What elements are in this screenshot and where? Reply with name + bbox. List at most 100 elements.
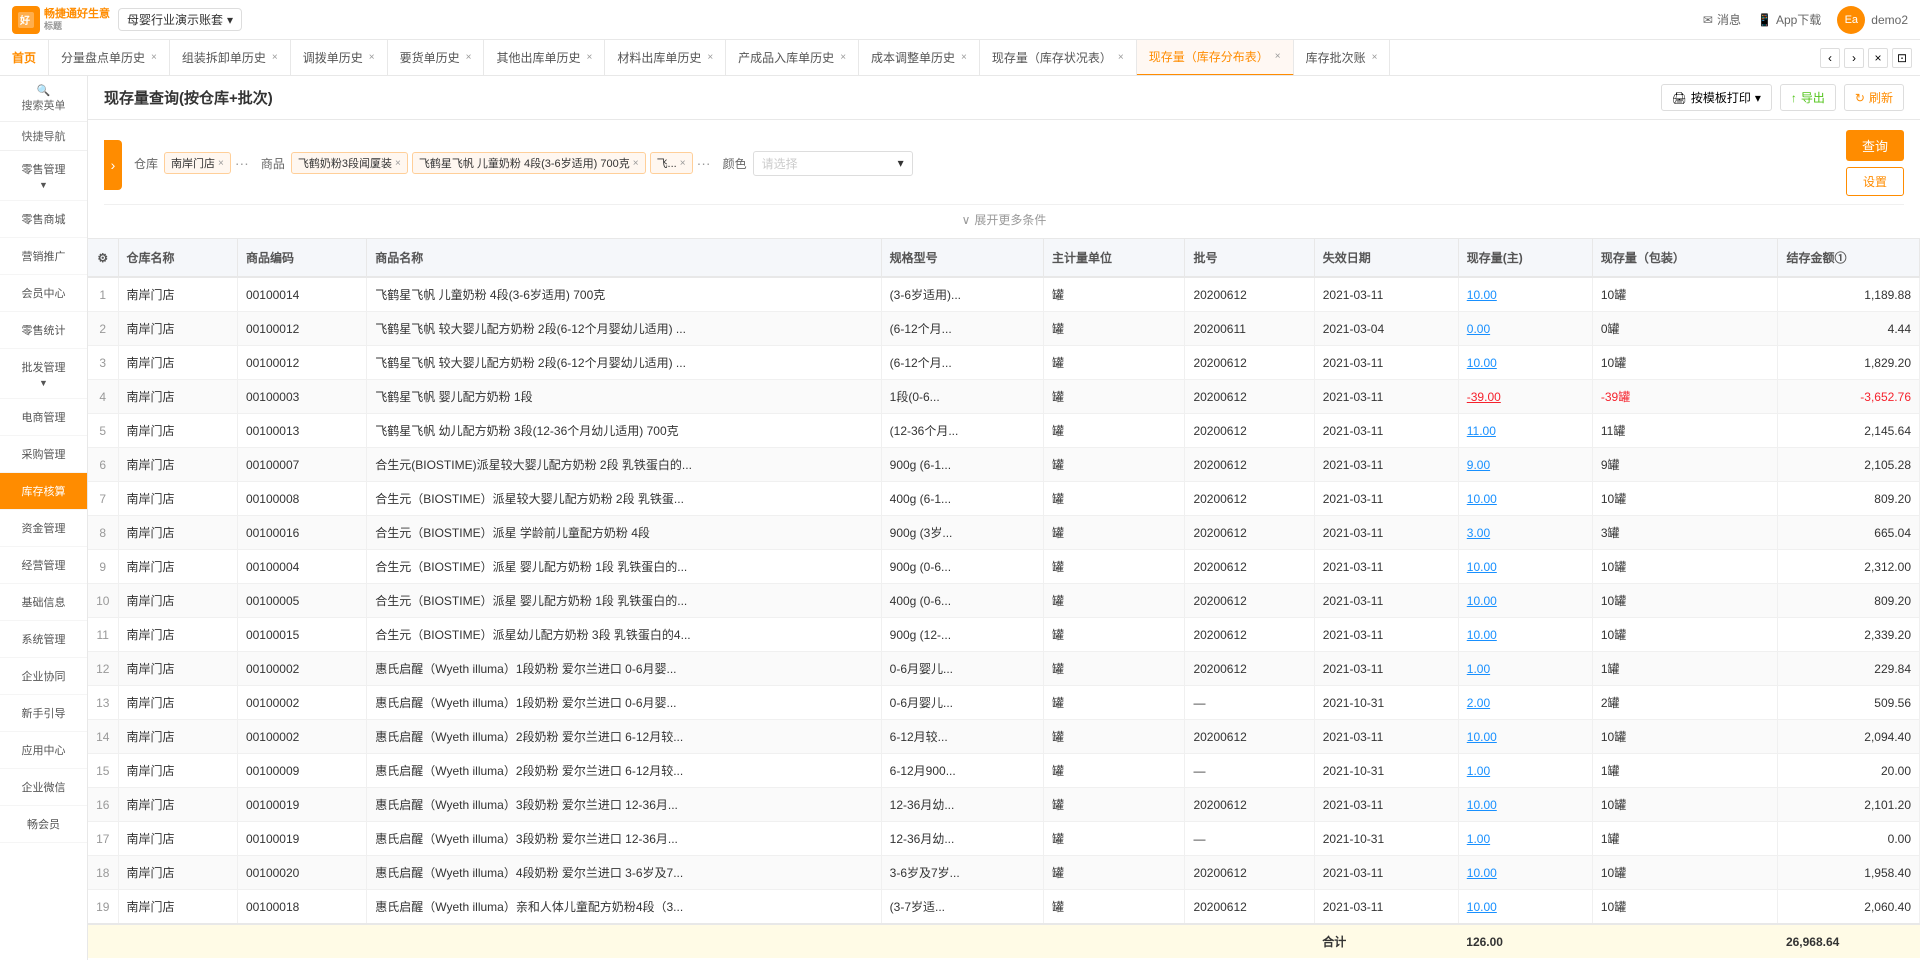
row-qty-main[interactable]: 10.00 [1458,856,1592,890]
sidebar-search[interactable]: 🔍 搜索英单 [0,76,87,122]
row-qty-main[interactable]: 3.00 [1458,516,1592,550]
refresh-button[interactable]: ↻ 刷新 [1844,84,1904,111]
sidebar-item-marketing[interactable]: 营销推广 [0,238,87,275]
row-name: 合生元（BIOSTIME）派星 婴儿配方奶粉 1段 乳铁蛋白的... [367,550,881,584]
sidebar-item-new-guide[interactable]: 新手引导 [0,695,87,732]
sidebar-item-ecommerce[interactable]: 电商管理 [0,399,87,436]
row-qty-main[interactable]: 9.00 [1458,448,1592,482]
table-header-row: ⚙ 仓库名称 商品编码 商品名称 规格型号 主计量单位 批号 失效日期 现存量(… [88,239,1920,277]
sidebar-item-operations[interactable]: 经营管理 [0,547,87,584]
row-qty-main[interactable]: 10.00 [1458,720,1592,754]
product-tag-1-remove[interactable]: × [633,158,639,169]
tab-stock-dist[interactable]: 现存量（库存分布表） × [1137,40,1294,76]
row-expiry: 2021-03-11 [1314,482,1458,516]
product-tag-1[interactable]: 飞鹤星飞帆 儿童奶粉 4段(3-6岁适用) 700克 × [412,152,646,174]
tab-requisition[interactable]: 要货单历史 × [388,40,485,76]
close-tab-cost-adjust[interactable]: × [961,52,967,63]
close-tab-material-out[interactable]: × [707,52,713,63]
row-qty-main[interactable]: 0.00 [1458,312,1592,346]
settings-button[interactable]: 设置 [1846,167,1904,196]
row-qty-main[interactable]: 1.00 [1458,652,1592,686]
row-qty-main[interactable]: 1.00 [1458,754,1592,788]
tab-stock-status[interactable]: 现存量（库存状况表） × [980,40,1137,76]
sidebar-item-retail-stats[interactable]: 零售统计 [0,312,87,349]
sidebar-item-basic-info[interactable]: 基础信息 [0,584,87,621]
close-tab-disassemble[interactable]: × [272,52,278,63]
sidebar-item-retail-mgmt[interactable]: 零售管理 ▼ [0,151,87,201]
close-tab-split-inventory[interactable]: × [151,52,157,63]
tab-batch-order[interactable]: 库存批次账 × [1294,40,1391,76]
row-qty-main[interactable]: 10.00 [1458,277,1592,312]
row-qty-main[interactable]: -39.00 [1458,380,1592,414]
row-unit: 罐 [1043,652,1184,686]
close-tab-product-in[interactable]: × [840,52,846,63]
row-qty-main[interactable]: 10.00 [1458,550,1592,584]
page-header: 现存量查询(按仓库+批次) 🖨 按模板打印 ▾ ↑ 导出 ↻ 刷新 [88,76,1920,120]
sidebar-item-wholesale[interactable]: 批发管理 ▼ [0,349,87,399]
sidebar-item-member-center[interactable]: 会员中心 [0,275,87,312]
warehouse-more[interactable]: ··· [235,155,249,171]
basic-info-label: 基础信息 [22,594,66,610]
product-tag-more[interactable]: 飞... × [650,152,693,174]
tab-product-in[interactable]: 产成品入库单历史 × [726,40,859,76]
tab-close-all[interactable]: × [1868,48,1888,68]
filter-expand-btn[interactable]: › [104,140,122,190]
tab-material-out[interactable]: 材料出库单历史 × [605,40,726,76]
close-tab-requisition[interactable]: × [466,52,472,63]
tab-split-inventory[interactable]: 分量盘点单历史 × [49,40,170,76]
sidebar-item-retail-store[interactable]: 零售商城 [0,201,87,238]
tab-scroll-right[interactable]: › [1844,48,1864,68]
color-input[interactable]: 请选择 ▾ [753,151,913,176]
row-qty-main[interactable]: 10.00 [1458,482,1592,516]
sidebar-item-inventory[interactable]: 库存核算 [0,473,87,510]
row-qty-main[interactable]: 10.00 [1458,618,1592,652]
sidebar-item-corp-collab[interactable]: 企业协同 [0,658,87,695]
tab-disassemble[interactable]: 组装拆卸单历史 × [170,40,291,76]
row-qty-main[interactable]: 10.00 [1458,584,1592,618]
close-tab-stock-status[interactable]: × [1118,52,1124,63]
warehouse-tag-0[interactable]: 南岸门店 × [164,152,231,174]
user-area[interactable]: Ea demo2 [1837,6,1908,34]
app-download-btn[interactable]: 📱 App下载 [1757,11,1821,28]
row-qty-main[interactable]: 2.00 [1458,686,1592,720]
row-qty-pkg: 10罐 [1592,890,1778,925]
row-qty-main[interactable]: 10.00 [1458,788,1592,822]
col-settings[interactable]: ⚙ [88,239,118,277]
message-btn[interactable]: ✉ 消息 [1703,11,1741,28]
sidebar-item-members[interactable]: 畅会员 [0,806,87,843]
sidebar-item-sys-mgmt[interactable]: 系统管理 [0,621,87,658]
close-tab-batch-order[interactable]: × [1372,52,1378,63]
product-more[interactable]: ··· [697,155,711,171]
sidebar-item-app-center[interactable]: 应用中心 [0,732,87,769]
product-tag-0[interactable]: 飞鹤奶粉3段闻厦装 × [291,152,408,174]
col-amount: 结存金额① [1778,239,1920,277]
chevron-icon: ▼ [39,180,48,190]
product-tag-more-remove[interactable]: × [680,158,686,169]
footer-empty-6 [1185,924,1314,958]
warehouse-tag-remove[interactable]: × [218,158,224,169]
sidebar-item-purchase[interactable]: 采购管理 [0,436,87,473]
filter-expand-more[interactable]: ∨ 展开更多条件 [104,204,1904,228]
row-qty-main[interactable]: 10.00 [1458,890,1592,925]
close-tab-stock-dist[interactable]: × [1275,51,1281,62]
sidebar-item-corp-wechat[interactable]: 企业微信 [0,769,87,806]
product-tag-0-remove[interactable]: × [395,158,401,169]
query-button[interactable]: 查询 [1846,130,1904,161]
sidebar-shortcut[interactable]: 快捷导航 [0,122,87,151]
close-tab-other-out[interactable]: × [586,52,592,63]
tab-other-out[interactable]: 其他出库单历史 × [484,40,605,76]
print-button[interactable]: 🖨 按模板打印 ▾ [1661,84,1772,111]
row-qty-main[interactable]: 10.00 [1458,346,1592,380]
warehouse-selector[interactable]: 母婴行业演示账套 ▾ [118,8,242,31]
tab-scroll-left[interactable]: ‹ [1820,48,1840,68]
tab-home[interactable]: 首页 [0,40,49,76]
tab-menu[interactable]: ⊡ [1892,48,1912,68]
close-tab-transfer[interactable]: × [369,52,375,63]
row-qty-main[interactable]: 1.00 [1458,822,1592,856]
tab-transfer[interactable]: 调拨单历史 × [291,40,388,76]
row-no: 14 [88,720,118,754]
sidebar-item-finance[interactable]: 资金管理 [0,510,87,547]
tab-cost-adjust[interactable]: 成本调整单历史 × [859,40,980,76]
export-button[interactable]: ↑ 导出 [1780,84,1836,111]
row-qty-main[interactable]: 11.00 [1458,414,1592,448]
